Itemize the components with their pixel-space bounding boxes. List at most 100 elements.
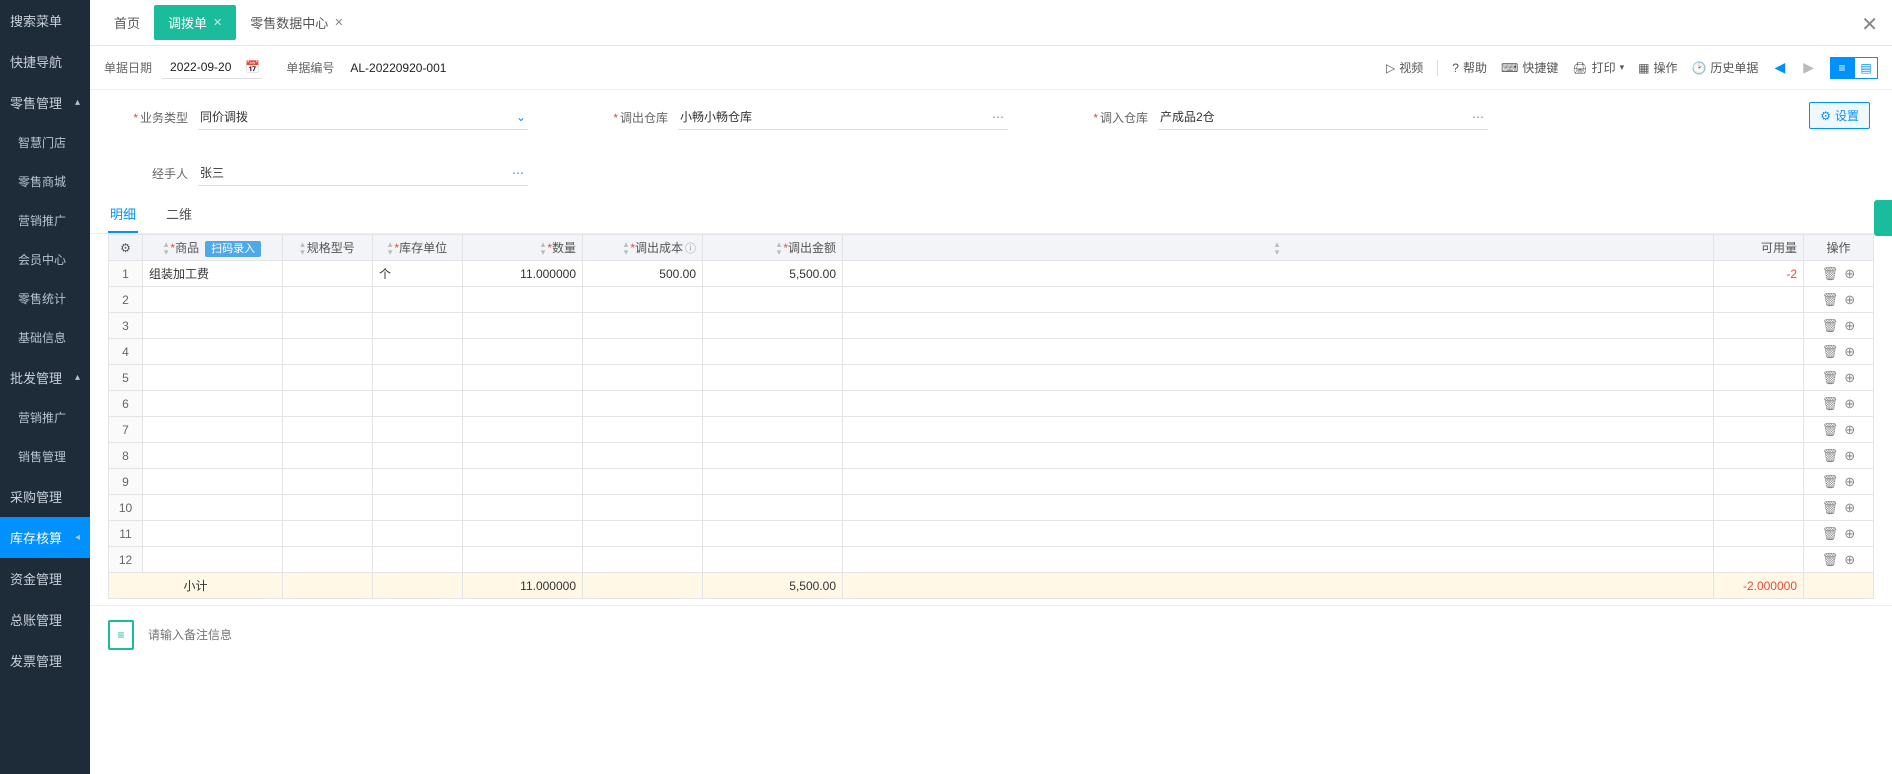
add-row-icon[interactable]: ⊕: [1844, 552, 1855, 567]
sidebar-item-invoice[interactable]: 发票管理: [0, 640, 90, 681]
cell-blank[interactable]: [843, 339, 1714, 365]
cell-blank[interactable]: [843, 547, 1714, 573]
cell-avail[interactable]: [1714, 443, 1804, 469]
cell-outamt[interactable]: [703, 443, 843, 469]
cell-avail[interactable]: [1714, 469, 1804, 495]
cell-avail[interactable]: [1714, 547, 1804, 573]
table-row[interactable]: 1组装加工费个11.000000500.005,500.00-2🗑⊕: [109, 261, 1874, 287]
delete-row-icon[interactable]: 🗑: [1822, 526, 1839, 541]
sidebar-group-retail[interactable]: 零售管理▴: [0, 82, 90, 123]
cell-outcost[interactable]: [583, 417, 703, 443]
cell-product[interactable]: [143, 495, 283, 521]
cell-unit[interactable]: [373, 495, 463, 521]
cell-unit[interactable]: [373, 469, 463, 495]
cell-outcost[interactable]: [583, 365, 703, 391]
cell-blank[interactable]: [843, 521, 1714, 547]
cell-outamt[interactable]: [703, 365, 843, 391]
cell-avail[interactable]: [1714, 287, 1804, 313]
col-avail[interactable]: 可用量: [1714, 235, 1804, 261]
sidebar-item-retailmall[interactable]: 零售商城: [0, 162, 90, 201]
cell-outamt[interactable]: [703, 313, 843, 339]
cell-spec[interactable]: [283, 495, 373, 521]
cell-product[interactable]: [143, 521, 283, 547]
delete-row-icon[interactable]: 🗑: [1822, 552, 1839, 567]
outwh-select[interactable]: 小畅小畅仓库 ⋯: [678, 104, 1008, 130]
history-button[interactable]: 🕑历史单据: [1691, 59, 1758, 76]
cell-outcost[interactable]: [583, 469, 703, 495]
delete-row-icon[interactable]: 🗑: [1822, 266, 1839, 281]
table-row[interactable]: 9🗑⊕: [109, 469, 1874, 495]
cell-avail[interactable]: [1714, 391, 1804, 417]
delete-row-icon[interactable]: 🗑: [1822, 448, 1839, 463]
cell-outcost[interactable]: 500.00: [583, 261, 703, 287]
gear-column[interactable]: ⚙: [109, 235, 143, 261]
sidebar-item-smartstore[interactable]: 智慧门店: [0, 123, 90, 162]
cell-unit[interactable]: [373, 521, 463, 547]
cell-outcost[interactable]: [583, 287, 703, 313]
cell-qty[interactable]: [463, 495, 583, 521]
cell-qty[interactable]: 11.000000: [463, 261, 583, 287]
table-row[interactable]: 8🗑⊕: [109, 443, 1874, 469]
cell-blank[interactable]: [843, 261, 1714, 287]
calendar-icon[interactable]: 📅: [245, 60, 260, 74]
sidebar-item-marketing1[interactable]: 营销推广: [0, 201, 90, 240]
more-icon[interactable]: ⋯: [992, 110, 1006, 124]
cell-unit[interactable]: [373, 313, 463, 339]
cell-unit[interactable]: [373, 547, 463, 573]
add-row-icon[interactable]: ⊕: [1844, 370, 1855, 385]
col-outamt[interactable]: ▴▾*调出金额: [703, 235, 843, 261]
cell-spec[interactable]: [283, 547, 373, 573]
col-spec[interactable]: ▴▾规格型号: [283, 235, 373, 261]
operate-button[interactable]: ▦操作: [1638, 59, 1677, 76]
cell-outamt[interactable]: [703, 287, 843, 313]
scan-button[interactable]: 扫码录入: [205, 241, 261, 257]
sidebar-item-basicinfo[interactable]: 基础信息: [0, 318, 90, 357]
note-icon[interactable]: ≡: [108, 620, 134, 650]
col-outcost[interactable]: ▴▾*调出成本ⓘ: [583, 235, 703, 261]
cell-outcost[interactable]: [583, 313, 703, 339]
cell-spec[interactable]: [283, 521, 373, 547]
cell-outamt[interactable]: [703, 547, 843, 573]
shortcut-button[interactable]: ⌨快捷键: [1501, 59, 1558, 76]
delete-row-icon[interactable]: 🗑: [1822, 422, 1839, 437]
delete-row-icon[interactable]: 🗑: [1822, 500, 1839, 515]
delete-row-icon[interactable]: 🗑: [1822, 318, 1839, 333]
sidebar-item-purchase[interactable]: 采购管理: [0, 476, 90, 517]
cell-blank[interactable]: [843, 313, 1714, 339]
cell-spec[interactable]: [283, 287, 373, 313]
add-row-icon[interactable]: ⊕: [1844, 422, 1855, 437]
cell-qty[interactable]: [463, 521, 583, 547]
cell-outcost[interactable]: [583, 391, 703, 417]
table-row[interactable]: 11🗑⊕: [109, 521, 1874, 547]
delete-row-icon[interactable]: 🗑: [1822, 396, 1839, 411]
cell-spec[interactable]: [283, 339, 373, 365]
cell-product[interactable]: [143, 417, 283, 443]
delete-row-icon[interactable]: 🗑: [1822, 292, 1839, 307]
add-row-icon[interactable]: ⊕: [1844, 448, 1855, 463]
table-row[interactable]: 7🗑⊕: [109, 417, 1874, 443]
cell-qty[interactable]: [463, 469, 583, 495]
delete-row-icon[interactable]: 🗑: [1822, 344, 1839, 359]
cell-product[interactable]: [143, 339, 283, 365]
help-button[interactable]: ?帮助: [1452, 59, 1487, 76]
print-button[interactable]: 🖨打印▾: [1572, 59, 1624, 76]
cell-blank[interactable]: [843, 365, 1714, 391]
sidebar-item-inventory[interactable]: 库存核算◂: [0, 517, 90, 558]
cell-spec[interactable]: [283, 417, 373, 443]
cell-blank[interactable]: [843, 391, 1714, 417]
subtab-detail[interactable]: 明细: [108, 198, 138, 233]
close-icon[interactable]: ✕: [334, 16, 343, 29]
cell-qty[interactable]: [463, 287, 583, 313]
chevron-down-icon[interactable]: ⌄: [516, 110, 526, 124]
cell-outamt[interactable]: [703, 469, 843, 495]
sidebar-item-marketing2[interactable]: 营销推广: [0, 398, 90, 437]
handler-select[interactable]: 张三 ⋯: [198, 160, 528, 186]
sidebar-item-search[interactable]: 搜索菜单: [0, 0, 90, 41]
sidebar-item-salesmgmt[interactable]: 销售管理: [0, 437, 90, 476]
table-row[interactable]: 12🗑⊕: [109, 547, 1874, 573]
col-qty[interactable]: ▴▾*数量: [463, 235, 583, 261]
cell-product[interactable]: [143, 469, 283, 495]
cell-unit[interactable]: [373, 365, 463, 391]
cell-blank[interactable]: [843, 495, 1714, 521]
doc-date-input[interactable]: 2022-09-20 📅: [162, 56, 262, 79]
